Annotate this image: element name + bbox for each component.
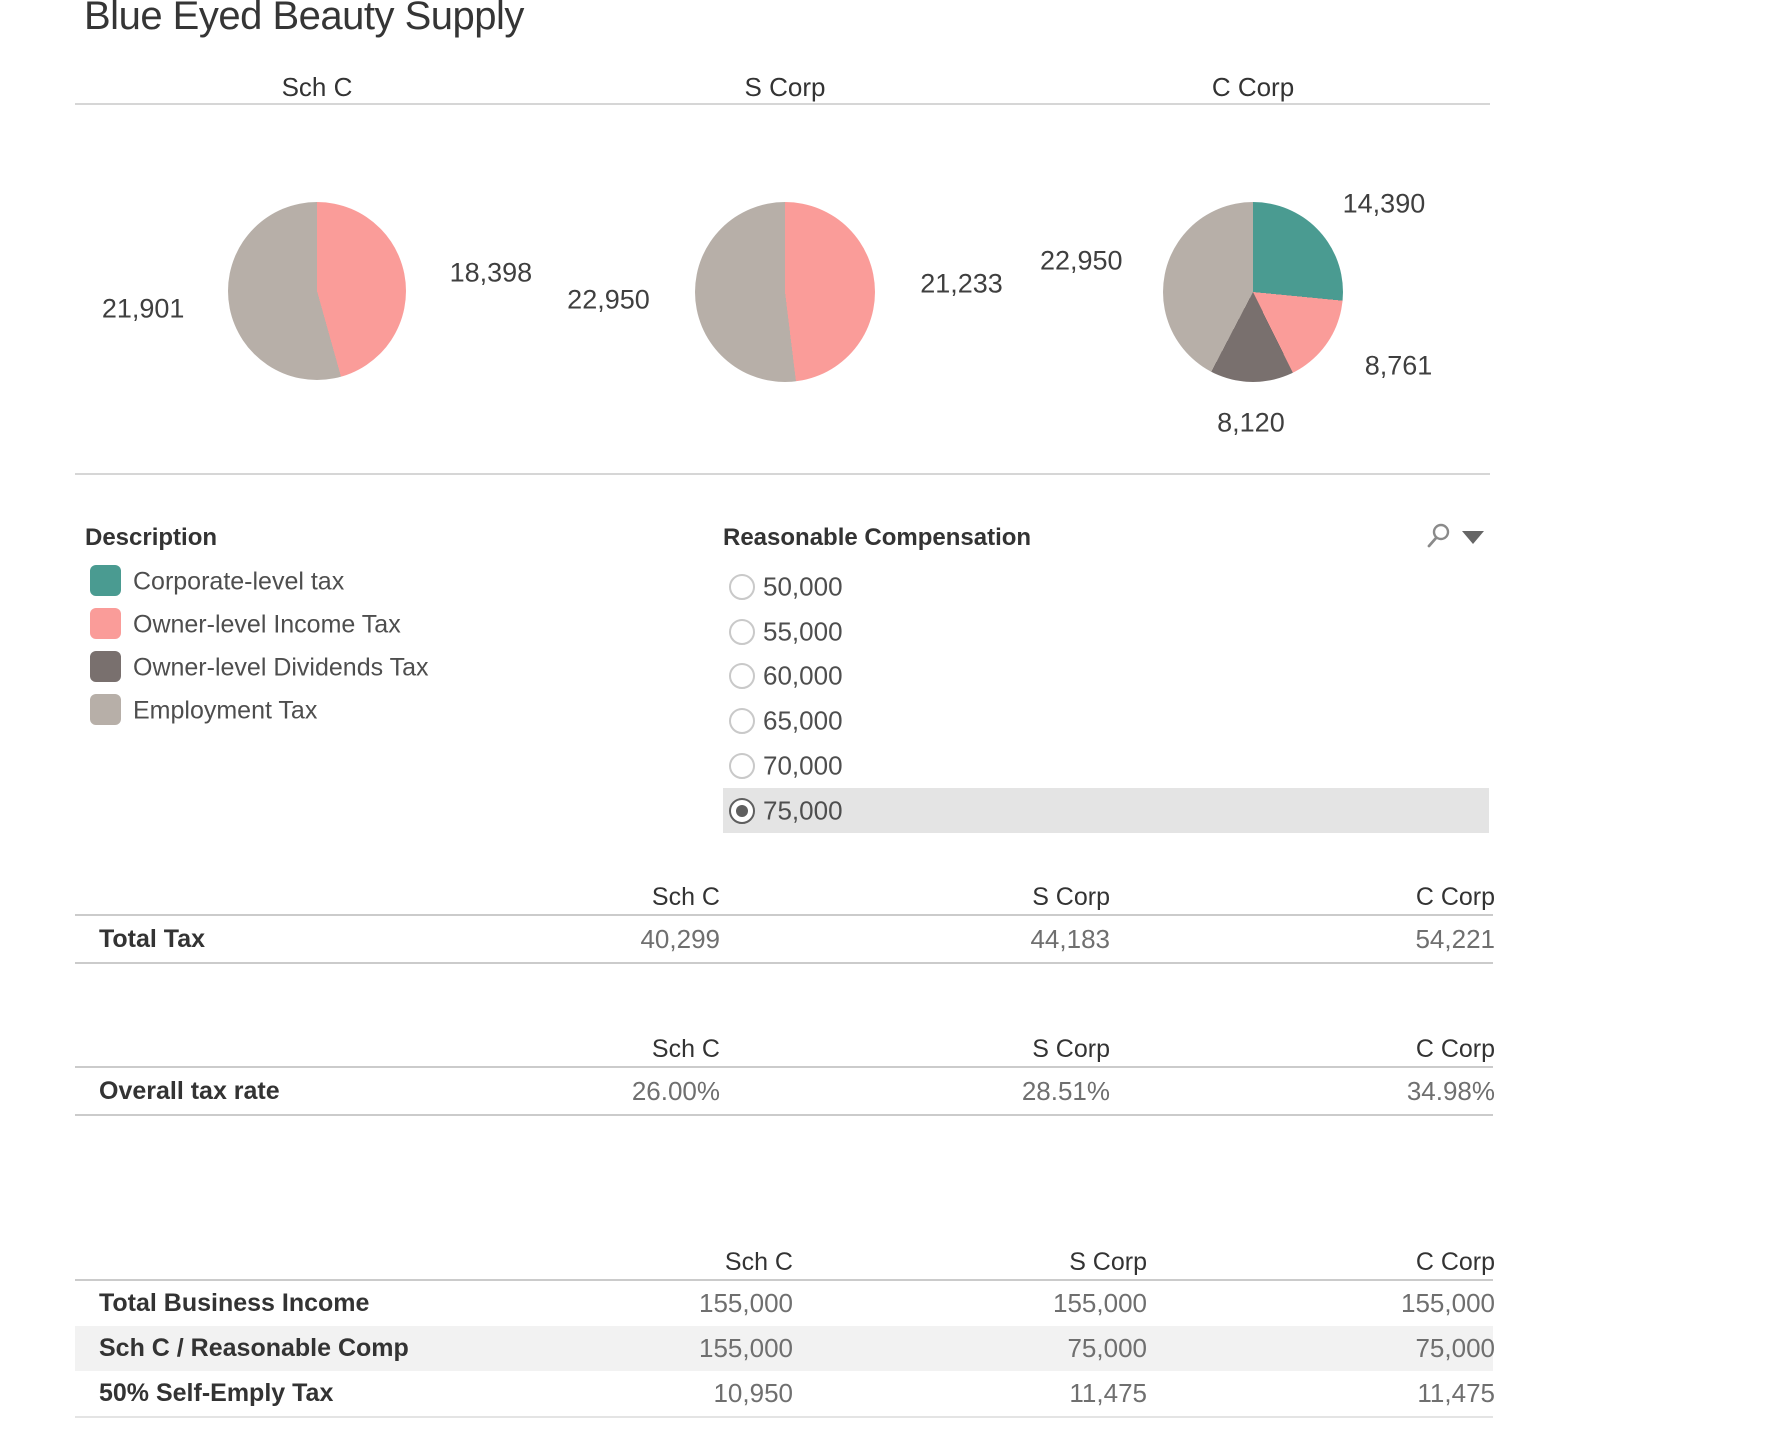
- legend-item-employment-tax[interactable]: Employment Tax: [85, 694, 645, 728]
- filter-option-50-000[interactable]: 50,000: [723, 564, 1489, 609]
- pie-slice-label-sch-c-employment-tax: 21,901: [101, 293, 185, 324]
- legend-item-owner-level-dividends-tax[interactable]: Owner-level Dividends Tax: [85, 651, 645, 685]
- legend-swatch-owner-level-dividends-tax: [90, 651, 121, 682]
- filter-option-label: 60,000: [763, 660, 843, 690]
- pie-column-header-sch-c: Sch C: [281, 72, 353, 102]
- pie-slice-label-s-corp-owner-level-income-tax: 21,233: [920, 268, 1003, 299]
- radio-dot: [736, 804, 748, 817]
- filter-option-label: 70,000: [763, 750, 843, 780]
- legend-item-label: Owner-level Income Tax: [133, 610, 401, 639]
- legend-title: Description: [85, 524, 218, 551]
- filter-title: Reasonable Compensation: [723, 524, 1032, 551]
- table-cell-value: 34.98%: [1406, 1075, 1495, 1106]
- table-column-header-s-corp: S Corp: [1069, 1248, 1147, 1276]
- table-column-header-c-corp: C Corp: [1415, 1035, 1495, 1063]
- table-bottom-divider: [75, 962, 1493, 964]
- radio-button-65-000[interactable]: [729, 707, 755, 734]
- legend-item-label: Owner-level Dividends Tax: [133, 653, 429, 682]
- pie-slice-label-c-corp-owner-level-income-tax: 8,761: [1364, 350, 1433, 381]
- filter-option-label: 50,000: [763, 571, 843, 601]
- legend-item-label: Employment Tax: [133, 696, 318, 725]
- radio-button-60-000[interactable]: [729, 662, 755, 689]
- legend-item-label: Corporate-level tax: [133, 567, 345, 596]
- table-cell-value: 75,000: [1067, 1333, 1147, 1363]
- table-cell-value: 28.51%: [1021, 1075, 1110, 1106]
- table-cell-value: 40,299: [640, 923, 720, 954]
- pie-slice-label-sch-c-owner-level-income-tax: 18,398: [449, 257, 533, 288]
- filter-option-60-000[interactable]: 60,000: [723, 653, 1489, 698]
- table-column-header-c-corp: C Corp: [1415, 1248, 1495, 1276]
- table-row-label-sch-c-reasonable-comp: Sch C / Reasonable Comp: [99, 1334, 409, 1362]
- filter-option-label: 65,000: [763, 705, 843, 735]
- table-cell-value: 44,183: [1030, 923, 1110, 954]
- table-column-header-c-corp: C Corp: [1415, 883, 1495, 911]
- table-column-header-sch-c: Sch C: [651, 883, 720, 911]
- legend-swatch-corporate-level-tax: [90, 565, 121, 596]
- divider: [75, 473, 1490, 475]
- table-cell-value: 11,475: [1417, 1378, 1495, 1408]
- legend-swatch-owner-level-income-tax: [90, 608, 121, 639]
- legend-swatch-employment-tax: [90, 694, 121, 725]
- table-cell-value: 155,000: [699, 1333, 793, 1363]
- table-cell-value: 11,475: [1069, 1378, 1147, 1408]
- table-bottom-divider: [75, 1114, 1493, 1116]
- table-cell-value: 155,000: [699, 1288, 793, 1318]
- pie-column-header-c-corp: C Corp: [1211, 72, 1295, 102]
- radio-button-50-000[interactable]: [729, 573, 755, 600]
- filter-option-70-000[interactable]: 70,000: [723, 743, 1489, 788]
- table-column-header-s-corp: S Corp: [1032, 883, 1110, 911]
- table-row-label-total-business-income: Total Business Income: [99, 1289, 370, 1317]
- table-bottom-divider: [75, 1416, 1493, 1418]
- radio-button-75-000[interactable]: [729, 797, 755, 824]
- radio-button-55-000[interactable]: [729, 618, 755, 645]
- table-row-label-50-self-emply-tax: 50% Self-Emply Tax: [99, 1379, 334, 1407]
- table-cell-value: 75,000: [1415, 1333, 1495, 1363]
- pie-chart-sch-c[interactable]: [228, 202, 406, 380]
- filter-option-65-000[interactable]: 65,000: [723, 698, 1489, 743]
- table-cell-value: 54,221: [1415, 923, 1495, 954]
- table-column-header-sch-c: Sch C: [724, 1248, 793, 1276]
- pie-chart-c-corp[interactable]: [1163, 202, 1343, 382]
- filter-option-75-000[interactable]: 75,000: [723, 788, 1489, 833]
- table-cell-value: 155,000: [1401, 1288, 1495, 1318]
- table-cell-value: 155,000: [1053, 1288, 1147, 1318]
- dashboard: Blue Eyed Beauty Supply Sch C 18,398 21,90…: [0, 0, 1781, 1431]
- pie-slice-label-s-corp-employment-tax: 22,950: [567, 284, 650, 315]
- pie-chart-s-corp[interactable]: [695, 202, 875, 382]
- pie-slice-label-c-corp-owner-level-dividends-tax: 8,120: [1217, 407, 1285, 438]
- table-cell-value: 26.00%: [631, 1075, 720, 1106]
- table-column-header-s-corp: S Corp: [1032, 1035, 1110, 1063]
- table-cell-value: 10,950: [713, 1378, 793, 1408]
- pie-column-header-s-corp: S Corp: [744, 72, 826, 102]
- pie-slice-label-c-corp-corporate-level-tax: 14,390: [1342, 188, 1426, 219]
- legend-item-corporate-level-tax[interactable]: Corporate-level tax: [85, 565, 645, 599]
- filter-option-label: 75,000: [763, 795, 843, 825]
- divider: [75, 103, 1490, 105]
- filter-option-label: 55,000: [763, 616, 843, 646]
- radio-button-70-000[interactable]: [729, 752, 755, 779]
- table-column-header-sch-c: Sch C: [651, 1035, 720, 1063]
- page-title: Blue Eyed Beauty Supply: [84, 0, 524, 38]
- search-icon[interactable]: [1424, 522, 1452, 550]
- pie-slice-label-c-corp-employment-tax: 22,950: [1039, 245, 1123, 276]
- chevron-down-icon[interactable]: [1462, 531, 1484, 544]
- filter-option-55-000[interactable]: 55,000: [723, 609, 1489, 654]
- legend-item-owner-level-income-tax[interactable]: Owner-level Income Tax: [85, 608, 645, 642]
